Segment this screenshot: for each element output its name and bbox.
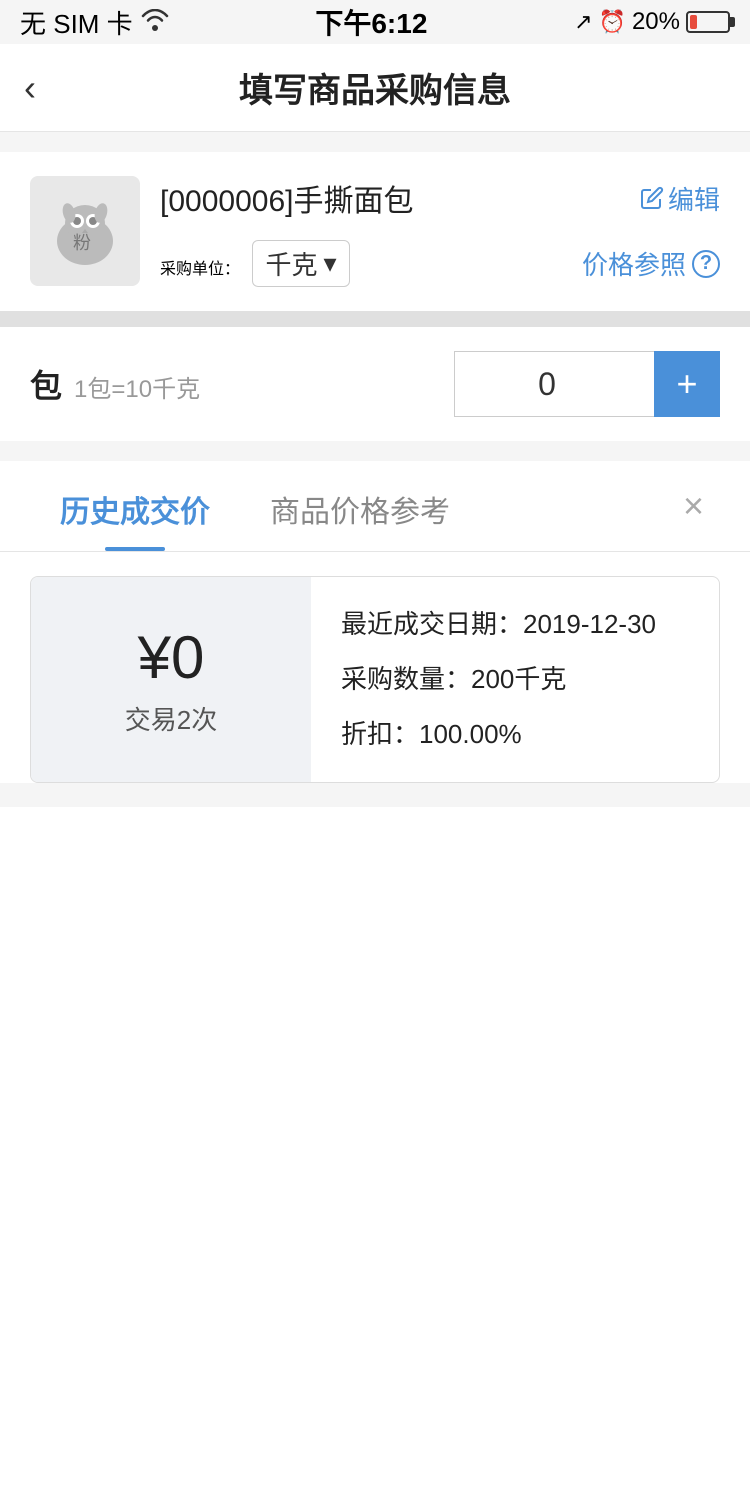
product-info: [0000006]手撕面包 编辑 采购单位： 千克 ▾ 价格参照 [160,176,720,287]
purchase-unit-label-group: 采购单位： 千克 ▾ [160,240,350,287]
tab-reference[interactable]: 商品价格参考 [240,461,480,551]
quantity-plus-button[interactable]: + [654,351,720,417]
product-name: [0000006]手撕面包 [160,176,413,220]
page-title: 填写商品采购信息 [239,63,511,112]
tab-close-button[interactable]: × [667,469,720,543]
history-quantity-row: 采购数量：200千克 [341,660,689,699]
quantity-input-group: + [454,351,720,417]
chevron-down-icon: ▾ [323,248,336,279]
unit-select[interactable]: 千克 ▾ [252,240,349,287]
status-bar: 无 SIM 卡 下午6:12 ↗ ⏰ 20% [0,0,750,44]
status-time: 下午6:12 [315,2,427,42]
purchase-unit-row: 采购单位： 千克 ▾ 价格参照 ? [160,240,720,287]
status-right: ↗ ⏰ 20% [574,8,730,36]
history-card: ¥0 交易2次 最近成交日期：2019-12-30 采购数量：200千克 折扣：… [30,576,720,783]
history-price: ¥0 [138,623,205,692]
nav-bar: ‹ 填写商品采购信息 [0,44,750,132]
battery-icon [686,11,730,33]
tab-history[interactable]: 历史成交价 [30,461,240,551]
back-button[interactable]: ‹ [24,67,36,109]
help-icon: ? [692,250,720,278]
carrier-text: 无 SIM 卡 [20,4,133,41]
product-header: [0000006]手撕面包 编辑 [160,176,720,220]
tabs-header: 历史成交价 商品价格参考 × [0,461,750,552]
history-date-value: 2019-12-30 [523,609,656,639]
tabs-panel: 历史成交价 商品价格参考 × ¥0 交易2次 最近成交日期：2019-12-30… [0,461,750,783]
quantity-main-label: 包 [30,361,62,407]
quantity-sub-label: 1包=10千克 [74,369,200,404]
quantity-input[interactable] [454,351,654,417]
main-content [0,807,750,1507]
product-image: 粉 [30,176,140,286]
battery-percent: 20% [632,8,680,36]
quantity-row: 包 1包=10千克 + [0,327,750,441]
history-discount-row: 折扣：100.00% [341,715,689,754]
wifi-icon [141,7,169,38]
status-left: 无 SIM 卡 [20,4,169,41]
svg-text:粉: 粉 [73,233,91,253]
price-value: 0 [171,624,204,691]
price-ref-button[interactable]: 价格参照 ? [582,245,720,282]
history-discount-value: 100.00% [419,719,522,749]
alarm-icon: ⏰ [599,9,626,35]
price-symbol: ¥ [138,624,171,691]
quantity-label-group: 包 1包=10千克 [30,361,200,407]
edit-button[interactable]: 编辑 [640,180,720,217]
separator-1 [0,311,750,327]
history-detail-right: 最近成交日期：2019-12-30 采购数量：200千克 折扣：100.00% [311,577,719,782]
history-quantity-value: 200千克 [471,664,566,694]
purchase-unit-label: 采购单位： [160,261,240,278]
product-card: 粉 [0000006]手撕面包 编辑 采购单位： 千克 ▾ [0,152,750,311]
history-times: 交易2次 [125,700,217,737]
location-icon: ↗ [574,9,592,35]
history-date-row: 最近成交日期：2019-12-30 [341,605,689,644]
history-price-left: ¥0 交易2次 [31,577,311,782]
